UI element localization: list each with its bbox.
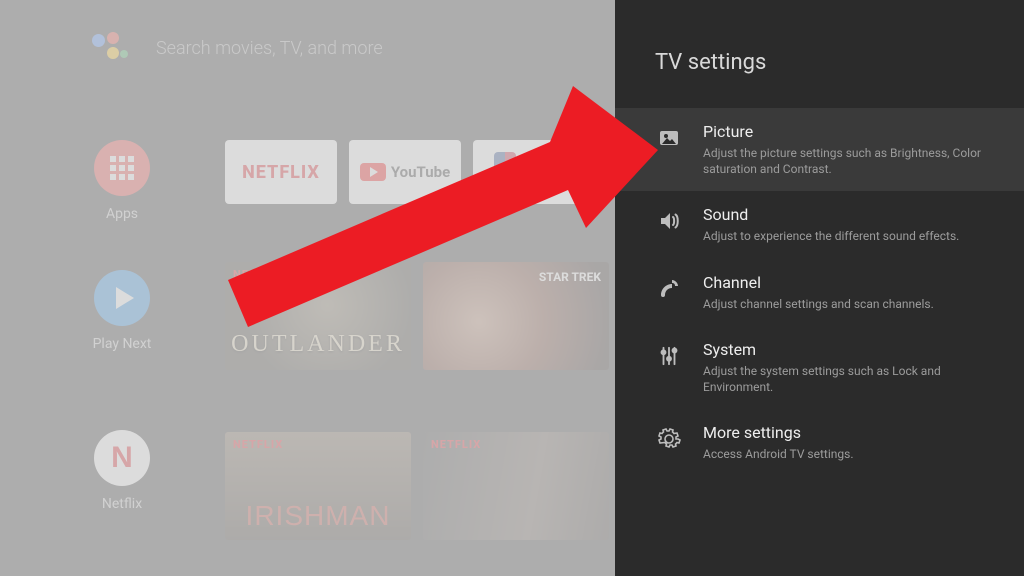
settings-item-desc: Adjust the picture settings such as Brig… bbox=[703, 145, 1002, 177]
settings-item-label: More settings bbox=[703, 423, 1002, 442]
app-tile-nba[interactable]: NBA bbox=[473, 140, 585, 204]
home-screen: Search movies, TV, and more Apps Play Ne… bbox=[0, 0, 615, 576]
poster-generic[interactable]: NETFLIX bbox=[423, 432, 609, 540]
search-placeholder: Search movies, TV, and more bbox=[156, 38, 383, 59]
poster-irishman[interactable]: NETFLIX IRISHMAN bbox=[225, 432, 411, 540]
rail-play-next[interactable]: Play Next bbox=[90, 270, 154, 352]
settings-item-label: Sound bbox=[703, 205, 1002, 224]
app-tile-youtube[interactable]: YouTube bbox=[349, 140, 461, 204]
search-row[interactable]: Search movies, TV, and more bbox=[90, 30, 383, 66]
rail-netflix[interactable]: N Netflix bbox=[90, 430, 154, 512]
channel-icon bbox=[655, 275, 683, 303]
poster-title: STAR TREK bbox=[539, 270, 601, 284]
apps-icon bbox=[94, 140, 150, 196]
panel-title: TV settings bbox=[655, 50, 766, 75]
poster-tag: NETFLIX bbox=[233, 268, 283, 281]
app-tile-nba-label: NBA bbox=[520, 161, 563, 184]
picture-icon bbox=[655, 124, 683, 152]
gear-icon bbox=[655, 425, 683, 453]
netflix-icon: N bbox=[94, 430, 150, 486]
settings-list: Picture Adjust the picture settings such… bbox=[615, 108, 1024, 476]
poster-title: IRISHMAN bbox=[225, 500, 411, 532]
rail-netflix-label: Netflix bbox=[102, 496, 142, 512]
poster-title: OUTLANDER bbox=[225, 331, 411, 358]
settings-item-desc: Access Android TV settings. bbox=[703, 446, 1002, 462]
settings-item-sound[interactable]: Sound Adjust to experience the different… bbox=[615, 191, 1024, 258]
settings-item-desc: Adjust to experience the different sound… bbox=[703, 228, 1002, 244]
youtube-icon bbox=[360, 163, 386, 181]
settings-item-desc: Adjust channel settings and scan channel… bbox=[703, 296, 1002, 312]
settings-item-picture[interactable]: Picture Adjust the picture settings such… bbox=[615, 108, 1024, 191]
sound-icon bbox=[655, 207, 683, 235]
poster-star-trek[interactable]: STAR TREK bbox=[423, 262, 609, 370]
rail-apps[interactable]: Apps bbox=[90, 140, 154, 222]
play-icon bbox=[94, 270, 150, 326]
tv-settings-panel: TV settings Picture Adjust the picture s… bbox=[615, 0, 1024, 576]
settings-item-desc: Adjust the system settings such as Lock … bbox=[703, 363, 1002, 395]
play-next-row: NETFLIX OUTLANDER STAR TREK bbox=[225, 262, 609, 370]
poster-outlander[interactable]: NETFLIX OUTLANDER bbox=[225, 262, 411, 370]
assistant-icon bbox=[90, 30, 126, 66]
app-tiles-row: NETFLIX YouTube NBA bbox=[225, 140, 585, 204]
settings-item-more[interactable]: More settings Access Android TV settings… bbox=[615, 409, 1024, 476]
settings-item-system[interactable]: System Adjust the system settings such a… bbox=[615, 326, 1024, 409]
nba-icon bbox=[494, 152, 516, 192]
app-tile-youtube-label: YouTube bbox=[391, 163, 450, 181]
rail-playnext-label: Play Next bbox=[93, 336, 152, 352]
app-tile-netflix[interactable]: NETFLIX bbox=[225, 140, 337, 204]
settings-item-channel[interactable]: Channel Adjust channel settings and scan… bbox=[615, 259, 1024, 326]
rail-apps-label: Apps bbox=[106, 206, 138, 222]
poster-tag: NETFLIX bbox=[431, 438, 481, 451]
poster-tag: NETFLIX bbox=[233, 438, 283, 451]
settings-item-label: Picture bbox=[703, 122, 1002, 141]
settings-item-label: System bbox=[703, 340, 1002, 359]
app-tile-netflix-label: NETFLIX bbox=[242, 162, 320, 183]
system-icon bbox=[655, 342, 683, 370]
settings-item-label: Channel bbox=[703, 273, 1002, 292]
